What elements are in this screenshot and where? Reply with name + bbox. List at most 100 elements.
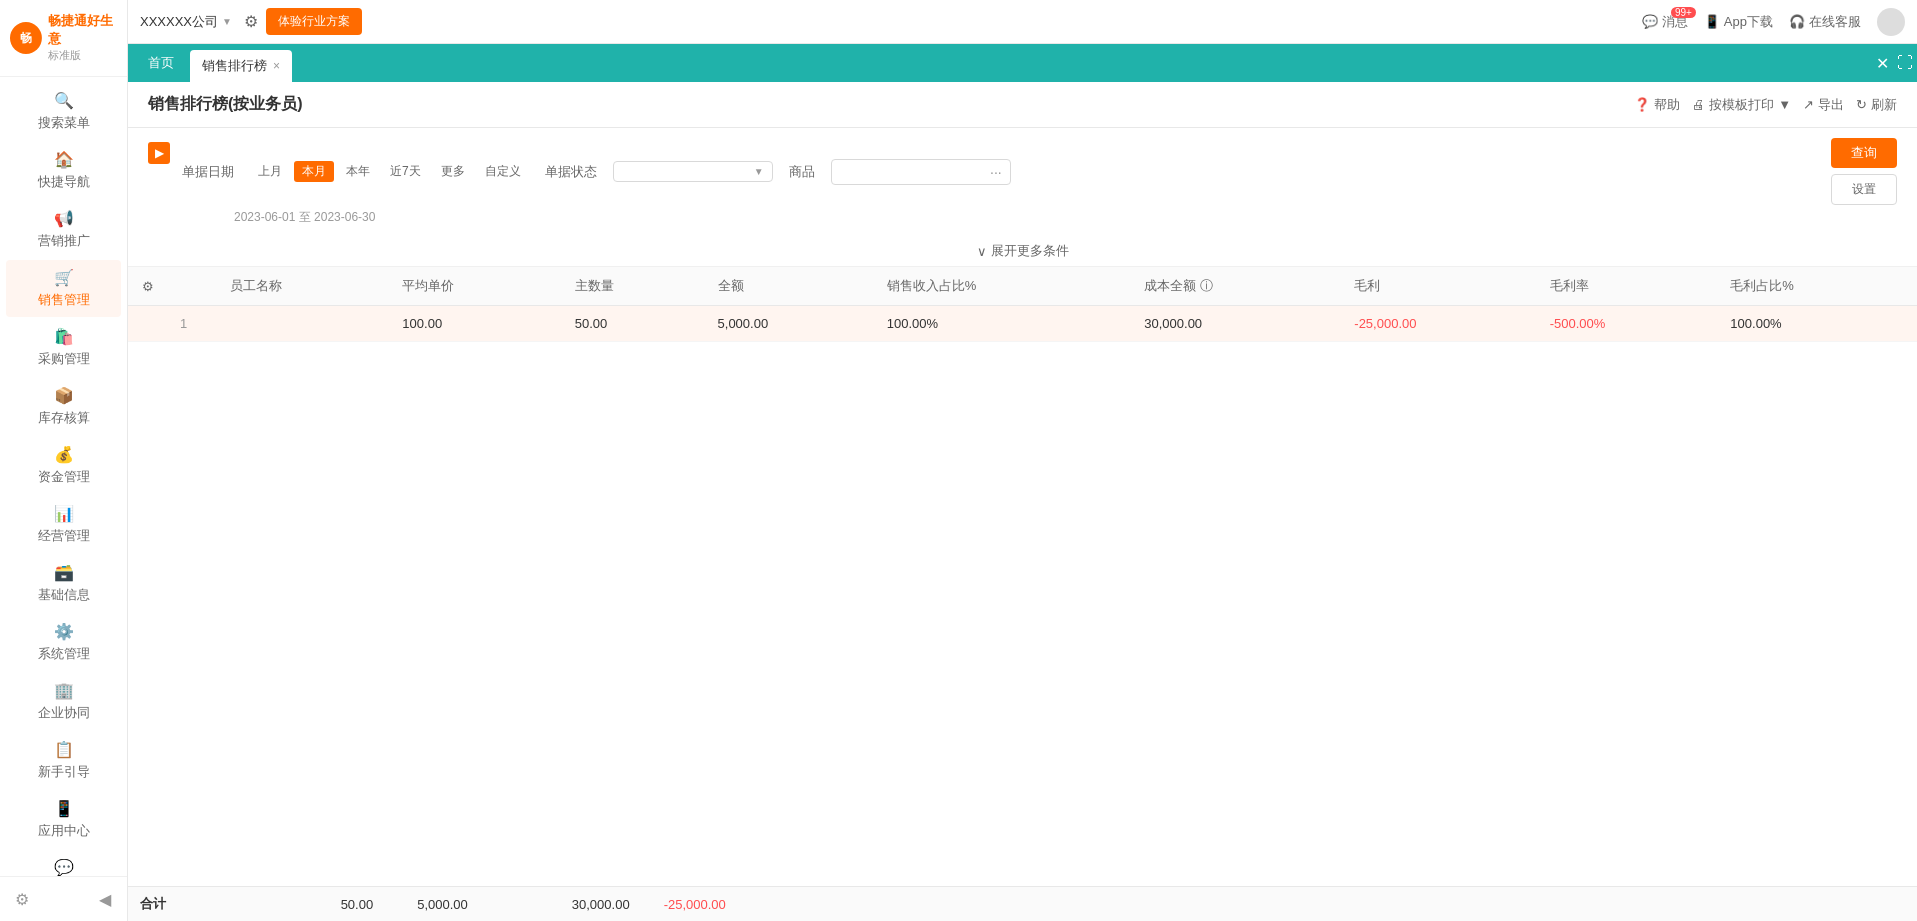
finance-icon: 💰: [54, 445, 74, 465]
notification-badge: 99+: [1671, 7, 1696, 18]
expand-more-conditions[interactable]: ∨ 展开更多条件: [128, 236, 1917, 267]
tab-sales-ranking[interactable]: 销售排行榜 ×: [190, 50, 292, 82]
export-button[interactable]: ↗ 导出: [1803, 96, 1844, 114]
sidebar-item-basic[interactable]: 🗃️ 基础信息: [6, 555, 121, 612]
guide-icon: 📋: [54, 740, 74, 760]
cell-gross-profit: -25,000.00: [1342, 306, 1537, 342]
date-tab-current-year[interactable]: 本年: [338, 161, 378, 182]
headset-icon: 🎧: [1789, 14, 1805, 29]
page-title: 销售排行榜(按业务员): [148, 94, 303, 127]
sidebar-item-appstore[interactable]: 📱 应用中心: [6, 791, 121, 848]
col-header-cost: 成本全额 ⓘ: [1132, 267, 1342, 306]
filter-row-1: 单据日期 上月 本月 本年 近7天 更多 自定义 单据状态 ▼: [182, 138, 1897, 205]
print-button[interactable]: 🖨 按模板打印 ▼: [1692, 96, 1791, 114]
sidebar-item-sales[interactable]: 🛒 销售管理: [6, 260, 121, 317]
footer-amount: 5,000.00: [405, 897, 480, 912]
message-icon: 💬: [1642, 14, 1658, 29]
tab-home[interactable]: 首页: [132, 44, 190, 82]
filter-main: 单据日期 上月 本月 本年 近7天 更多 自定义 单据状态 ▼: [182, 138, 1897, 226]
filter-toggle[interactable]: ▶: [148, 142, 170, 164]
header-settings-icon[interactable]: ⚙: [244, 12, 258, 31]
table-row: 1 100.00 50.00 5,000.00 100.00% 30,000.0…: [128, 306, 1917, 342]
sidebar-item-operations[interactable]: 📊 经营管理: [6, 496, 121, 553]
sidebar-item-system[interactable]: ⚙️ 系统管理: [6, 614, 121, 671]
col-header-amount: 全额: [706, 267, 875, 306]
tab-bar-actions: ✕ ⛶: [1876, 54, 1913, 73]
date-tab-7-days[interactable]: 近7天: [382, 161, 429, 182]
app-logo: 畅 畅捷通好生意 标准版: [0, 0, 127, 77]
cell-avg-price: 100.00: [390, 306, 562, 342]
help-icon: ❓: [1634, 97, 1650, 112]
sidebar-item-wechat[interactable]: 💬 企业微信: [6, 850, 121, 876]
system-icon: ⚙️: [54, 622, 74, 642]
trial-button[interactable]: 体验行业方案: [266, 8, 362, 35]
logo-icon: 畅: [10, 20, 42, 56]
notification-button[interactable]: 💬 消息 99+: [1642, 13, 1688, 31]
col-header-quantity: 主数量: [563, 267, 706, 306]
sidebar-nav: 🔍 搜索菜单 🏠 快捷导航 📢 营销推广 🛒 销售管理 🛍️ 采购管理 📦 库存…: [0, 77, 127, 876]
footer-quantity: 50.00: [329, 897, 386, 912]
sidebar-item-guide[interactable]: 📋 新手引导: [6, 732, 121, 789]
query-settings-group: 查询 设置: [1831, 138, 1897, 205]
appstore-icon: 📱: [54, 799, 74, 819]
status-filter-label: 单据状态: [545, 163, 597, 181]
tab-maximize-icon[interactable]: ⛶: [1897, 54, 1913, 72]
col-header-rank: [168, 267, 218, 306]
cell-cost: 30,000.00: [1132, 306, 1342, 342]
date-tab-prev-month[interactable]: 上月: [250, 161, 290, 182]
col-header-gross-profit: 毛利: [1342, 267, 1537, 306]
sidebar-item-shortcut[interactable]: 🏠 快捷导航: [6, 142, 121, 199]
cell-employee: [218, 306, 390, 342]
tab-close-window-icon[interactable]: ✕: [1876, 54, 1889, 73]
sidebar-item-purchase[interactable]: 🛍️ 采购管理: [6, 319, 121, 376]
col-header-sales-ratio: 销售收入占比%: [875, 267, 1133, 306]
sidebar-item-inventory[interactable]: 📦 库存核算: [6, 378, 121, 435]
date-tab-more[interactable]: 更多: [433, 161, 473, 182]
top-header: XXXXXX公司 ▼ ⚙ 体验行业方案 💬 消息 99+ 📱 App下载 🎧 在…: [128, 0, 1917, 44]
col-header-gross-ratio: 毛利占比%: [1718, 267, 1917, 306]
logo-text: 畅捷通好生意 标准版: [48, 12, 117, 64]
user-avatar[interactable]: [1877, 8, 1905, 36]
company-dropdown-icon: ▼: [222, 16, 232, 27]
date-tab-current-month[interactable]: 本月: [294, 161, 334, 182]
export-icon: ↗: [1803, 97, 1814, 112]
date-filter-label: 单据日期: [182, 163, 234, 181]
tab-close-icon[interactable]: ×: [273, 59, 280, 73]
goods-input-container[interactable]: ···: [831, 159, 1011, 185]
cell-gross-ratio: 100.00%: [1718, 306, 1917, 342]
footer-spacer-1: [189, 897, 229, 912]
col-header-avg-price: 平均单价: [390, 267, 562, 306]
filter-arrow-icon[interactable]: ▶: [148, 142, 170, 164]
company-selector[interactable]: XXXXXX公司 ▼: [140, 13, 232, 31]
cell-quantity: 50.00: [563, 306, 706, 342]
sidebar-settings-btn[interactable]: ⚙: [8, 885, 36, 913]
sidebar-item-search[interactable]: 🔍 搜索菜单: [6, 83, 121, 140]
online-support-button[interactable]: 🎧 在线客服: [1789, 13, 1861, 31]
sidebar-item-finance[interactable]: 💰 资金管理: [6, 437, 121, 494]
inventory-icon: 📦: [54, 386, 74, 406]
chevron-down-icon: ∨: [977, 244, 987, 259]
goods-more-icon[interactable]: ···: [990, 164, 1002, 180]
app-download-button[interactable]: 📱 App下载: [1704, 13, 1773, 31]
help-button[interactable]: ❓ 帮助: [1634, 96, 1680, 114]
settings-side-button[interactable]: 设置: [1831, 174, 1897, 205]
sales-icon: 🛒: [54, 268, 74, 288]
sidebar-item-marketing[interactable]: 📢 营销推广: [6, 201, 121, 258]
query-button[interactable]: 查询: [1831, 138, 1897, 168]
main-area: XXXXXX公司 ▼ ⚙ 体验行业方案 💬 消息 99+ 📱 App下载 🎧 在…: [128, 0, 1917, 921]
svg-text:畅: 畅: [20, 31, 32, 44]
download-icon: 📱: [1704, 14, 1720, 29]
status-dropdown[interactable]: ▼: [613, 161, 773, 182]
date-tab-custom[interactable]: 自定义: [477, 161, 529, 182]
page-actions: ❓ 帮助 🖨 按模板打印 ▼ ↗ 导出 ↻ 刷新: [1634, 96, 1897, 126]
wechat-icon: 💬: [54, 858, 74, 876]
header-right: 💬 消息 99+ 📱 App下载 🎧 在线客服: [1642, 8, 1905, 36]
refresh-icon: ↻: [1856, 97, 1867, 112]
page-content: 销售排行榜(按业务员) ❓ 帮助 🖨 按模板打印 ▼ ↗ 导出 ↻ 刷新: [128, 82, 1917, 921]
refresh-button[interactable]: ↻ 刷新: [1856, 96, 1897, 114]
footer-total-label: 合计: [140, 895, 189, 913]
sidebar-item-enterprise[interactable]: 🏢 企业协同: [6, 673, 121, 730]
sidebar-collapse-btn[interactable]: ◀: [91, 885, 119, 913]
col-header-employee: 员工名称: [218, 267, 390, 306]
cell-gross-margin: -500.00%: [1538, 306, 1719, 342]
